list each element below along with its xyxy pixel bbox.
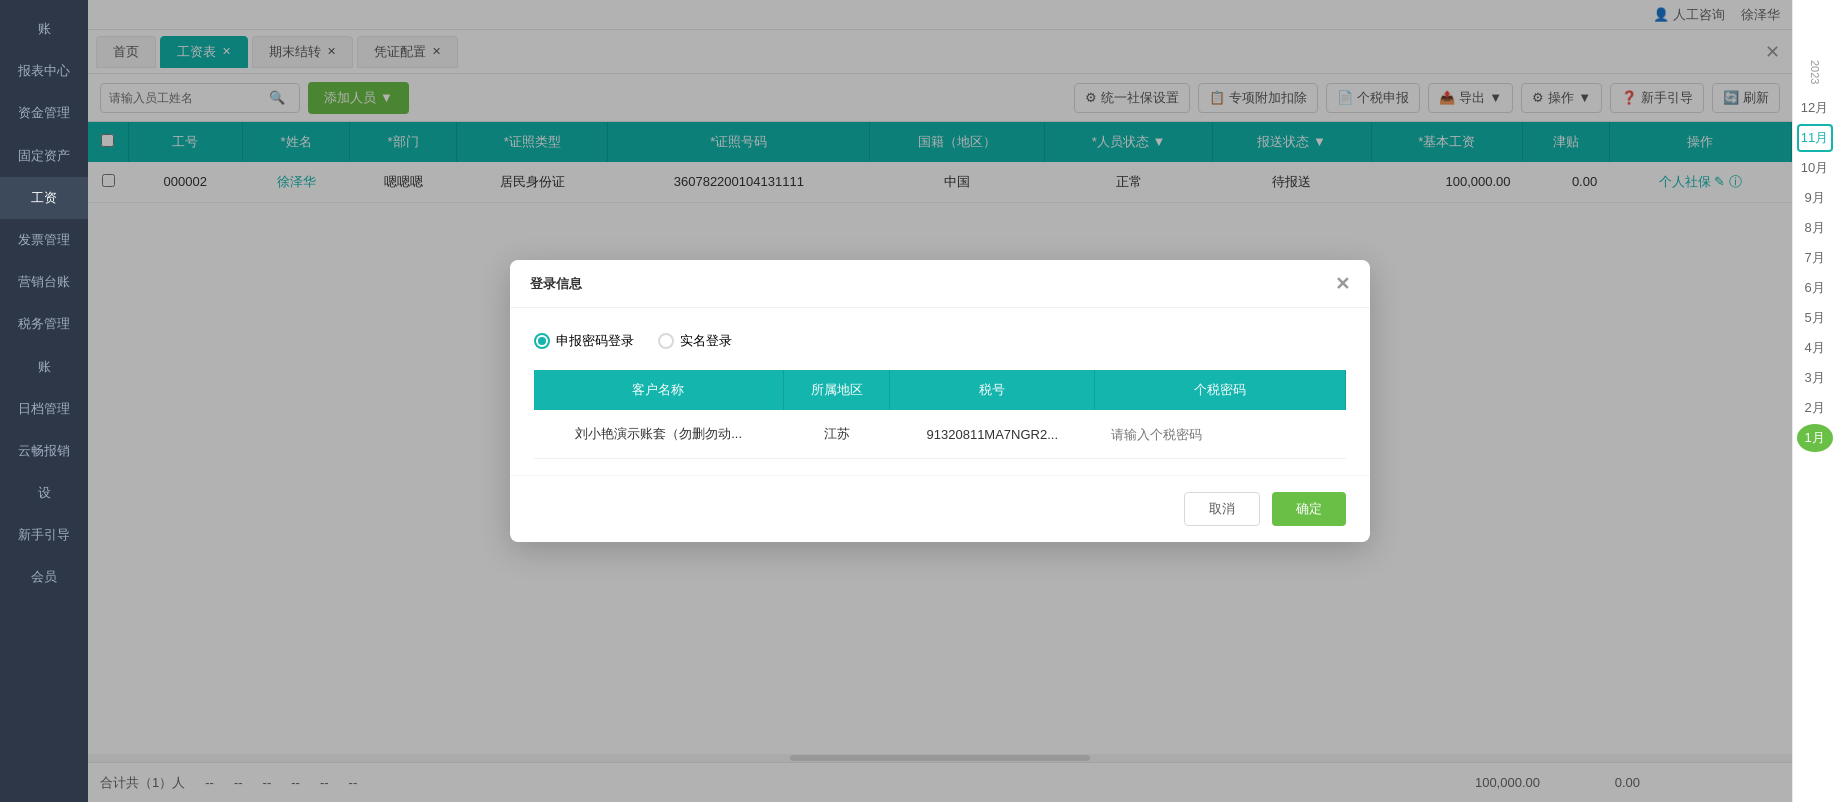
sidebar-item-marketing[interactable]: 营销台账 xyxy=(0,261,88,303)
sidebar-item-settings[interactable]: 设 xyxy=(0,472,88,514)
calendar-month-11[interactable]: 11月 xyxy=(1797,124,1833,152)
calendar-month-8[interactable]: 8月 xyxy=(1797,214,1833,242)
calendar-month-1[interactable]: 1月 xyxy=(1797,424,1833,452)
calendar-month-12[interactable]: 12月 xyxy=(1797,94,1833,122)
calendar-year: 2023 xyxy=(1809,60,1821,84)
calendar-month-4[interactable]: 4月 xyxy=(1797,334,1833,362)
modal-cell-region: 江苏 xyxy=(783,410,890,458)
sidebar-item-assets[interactable]: 固定资产 xyxy=(0,135,88,177)
calendar-month-9[interactable]: 9月 xyxy=(1797,184,1833,212)
sidebar-item-ledger[interactable]: 账 xyxy=(0,346,88,388)
modal-body: 申报密码登录 实名登录 客户名称 所属地区 税号 个税密码 xyxy=(510,308,1370,475)
modal-title: 登录信息 xyxy=(530,275,582,293)
calendar-month-7[interactable]: 7月 xyxy=(1797,244,1833,272)
modal-header: 登录信息 ✕ xyxy=(510,260,1370,308)
modal-footer: 取消 确定 xyxy=(510,475,1370,542)
calendar-month-10[interactable]: 10月 xyxy=(1797,154,1833,182)
modal-col-tax-id: 税号 xyxy=(890,370,1095,410)
sidebar-item-member[interactable]: 会员 xyxy=(0,556,88,598)
sidebar-item-tax[interactable]: 税务管理 xyxy=(0,303,88,345)
calendar-month-5[interactable]: 5月 xyxy=(1797,304,1833,332)
modal-cell-password[interactable] xyxy=(1095,410,1346,458)
radio-password[interactable]: 申报密码登录 xyxy=(534,332,634,350)
calendar-month-2[interactable]: 2月 xyxy=(1797,394,1833,422)
sidebar-item-capital[interactable]: 资金管理 xyxy=(0,92,88,134)
radio-group: 申报密码登录 实名登录 xyxy=(534,332,1346,350)
sidebar-item-invoice[interactable]: 发票管理 xyxy=(0,219,88,261)
modal-close-button[interactable]: ✕ xyxy=(1335,275,1350,293)
modal-col-password: 个税密码 xyxy=(1095,370,1346,410)
login-modal: 登录信息 ✕ 申报密码登录 实名登录 客户名称 xyxy=(510,260,1370,542)
radio-password-dot xyxy=(534,333,550,349)
sidebar-item-zhang[interactable]: 账 xyxy=(0,8,88,50)
sidebar-item-expense[interactable]: 云畅报销 xyxy=(0,430,88,472)
modal-cell-client: 刘小艳演示账套（勿删勿动... xyxy=(534,410,783,458)
modal-table: 客户名称 所属地区 税号 个税密码 刘小艳演示账套（勿删勿动... 江苏 913… xyxy=(534,370,1346,459)
modal-table-row: 刘小艳演示账套（勿删勿动... 江苏 91320811MA7NGR2... xyxy=(534,410,1346,458)
sidebar-item-salary[interactable]: 工资 xyxy=(0,177,88,219)
modal-overlay: 登录信息 ✕ 申报密码登录 实名登录 客户名称 xyxy=(88,0,1792,802)
sidebar: 账 报表中心 资金管理 固定资产 工资 发票管理 营销台账 税务管理 账 日档管… xyxy=(0,0,88,802)
sidebar-item-report[interactable]: 报表中心 xyxy=(0,50,88,92)
modal-col-client: 客户名称 xyxy=(534,370,783,410)
modal-cell-tax-id: 91320811MA7NGR2... xyxy=(890,410,1095,458)
sidebar-item-archive[interactable]: 日档管理 xyxy=(0,388,88,430)
calendar-month-6[interactable]: 6月 xyxy=(1797,274,1833,302)
modal-col-region: 所属地区 xyxy=(783,370,890,410)
radio-realname[interactable]: 实名登录 xyxy=(658,332,732,350)
calendar-month-3[interactable]: 3月 xyxy=(1797,364,1833,392)
sidebar-item-guide[interactable]: 新手引导 xyxy=(0,514,88,556)
tax-password-input[interactable] xyxy=(1111,427,1330,442)
calendar-panel: 2023 12月 11月 10月 9月 8月 7月 6月 5月 4月 3月 2月… xyxy=(1792,0,1836,802)
radio-realname-dot xyxy=(658,333,674,349)
modal-table-header: 客户名称 所属地区 税号 个税密码 xyxy=(534,370,1346,410)
cancel-button[interactable]: 取消 xyxy=(1184,492,1260,526)
confirm-button[interactable]: 确定 xyxy=(1272,492,1346,526)
